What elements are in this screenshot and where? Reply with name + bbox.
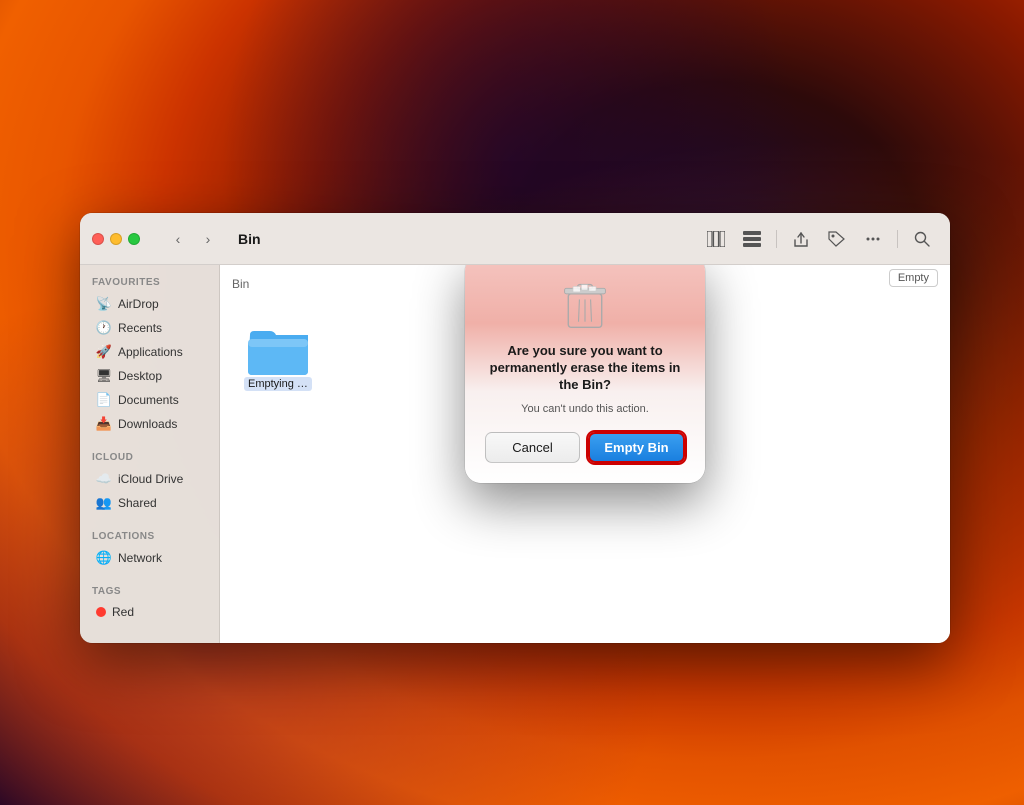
list-view-button[interactable] [736, 225, 768, 253]
favourites-title: Favourites [80, 277, 219, 292]
red-tag-dot [96, 607, 106, 617]
sidebar-section-tags: Tags Red [80, 586, 219, 623]
documents-icon: 📄 [96, 392, 112, 408]
column-view-button[interactable] [700, 225, 732, 253]
list-view-icon [743, 231, 761, 247]
search-button[interactable] [906, 225, 938, 253]
empty-bin-button[interactable]: Empty Bin [588, 432, 685, 463]
desktop: ‹ › Bin [0, 0, 1024, 805]
cancel-button[interactable]: Cancel [485, 432, 580, 463]
toolbar-icons [700, 225, 938, 253]
back-button[interactable]: ‹ [164, 225, 192, 253]
column-view-icon [707, 231, 725, 247]
sidebar-section-locations: Locations 🌐 Network [80, 531, 219, 570]
sidebar-item-shared[interactable]: 👥 Shared [84, 491, 215, 515]
sidebar-item-tag-red[interactable]: Red [84, 601, 215, 623]
nav-buttons: ‹ › [164, 225, 222, 253]
file-area: Bin Empty [220, 265, 950, 643]
maximize-button[interactable] [128, 233, 140, 245]
toolbar-divider-1 [776, 230, 777, 248]
network-icon: 🌐 [96, 550, 112, 566]
forward-icon: › [206, 231, 211, 247]
sidebar-item-documents[interactable]: 📄 Documents [84, 388, 215, 412]
dialog-overlay: Are you sure you want to permanently era… [220, 265, 950, 643]
locations-title: Locations [80, 531, 219, 546]
sidebar-item-recents[interactable]: 🕐 Recents [84, 316, 215, 340]
share-icon [793, 230, 809, 248]
share-button[interactable] [785, 225, 817, 253]
sidebar-item-network[interactable]: 🌐 Network [84, 546, 215, 570]
minimize-button[interactable] [110, 233, 122, 245]
empty-bin-dialog: Are you sure you want to permanently era… [465, 265, 705, 483]
sidebar-item-applications[interactable]: 🚀 Applications [84, 340, 215, 364]
finder-window: ‹ › Bin [80, 213, 950, 643]
sidebar-section-favourites: Favourites 📡 AirDrop 🕐 Recents 🚀 Applica… [80, 277, 219, 436]
finder-content: Favourites 📡 AirDrop 🕐 Recents 🚀 Applica… [80, 265, 950, 643]
traffic-lights [92, 233, 140, 245]
sidebar-item-desktop[interactable]: 🖥 Desktop [84, 364, 215, 388]
finder-toolbar: ‹ › Bin [80, 213, 950, 265]
more-icon [864, 231, 882, 247]
back-icon: ‹ [176, 231, 181, 247]
window-title: Bin [238, 231, 261, 247]
tag-button[interactable] [821, 225, 853, 253]
applications-icon: 🚀 [96, 344, 112, 360]
forward-button[interactable]: › [194, 225, 222, 253]
downloads-icon: 📥 [96, 416, 112, 432]
icloud-title: iCloud [80, 452, 219, 467]
dialog-buttons: Cancel Empty Bin [485, 432, 685, 463]
trash-icon-container [559, 279, 611, 331]
shared-icon: 👥 [96, 495, 112, 511]
sidebar: Favourites 📡 AirDrop 🕐 Recents 🚀 Applica… [80, 265, 220, 643]
dialog-title: Are you sure you want to permanently era… [485, 343, 685, 394]
sidebar-item-airdrop[interactable]: 📡 AirDrop [84, 292, 215, 316]
dialog-subtitle: You can't undo this action. [521, 402, 649, 416]
sidebar-item-downloads[interactable]: 📥 Downloads [84, 412, 215, 436]
icloud-drive-icon: ☁️ [96, 471, 112, 487]
trash-icon [559, 279, 611, 331]
sidebar-item-icloud-drive[interactable]: ☁️ iCloud Drive [84, 467, 215, 491]
toolbar-divider-2 [897, 230, 898, 248]
search-icon [914, 231, 930, 247]
close-button[interactable] [92, 233, 104, 245]
tags-title: Tags [80, 586, 219, 601]
desktop-icon: 🖥 [96, 368, 112, 384]
recents-icon: 🕐 [96, 320, 112, 336]
more-button[interactable] [857, 225, 889, 253]
sidebar-section-icloud: iCloud ☁️ iCloud Drive 👥 Shared [80, 452, 219, 515]
airdrop-icon: 📡 [96, 296, 112, 312]
tag-icon [828, 231, 846, 247]
